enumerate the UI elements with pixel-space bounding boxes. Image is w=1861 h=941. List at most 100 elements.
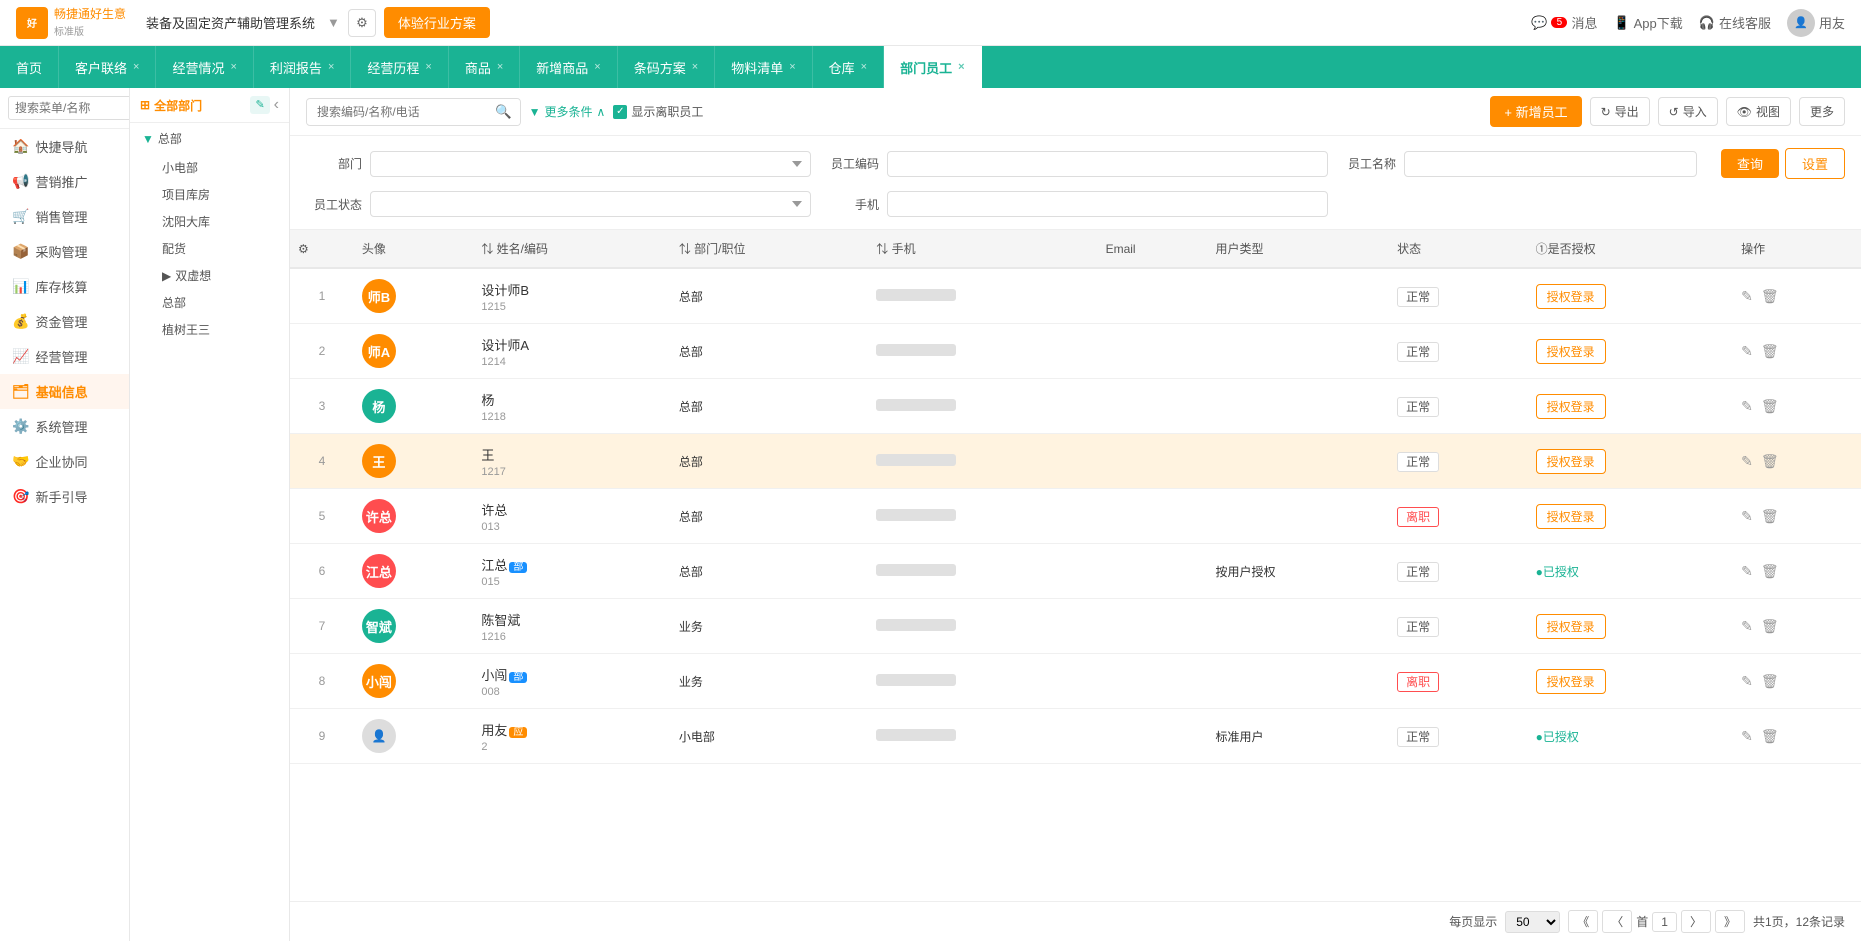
tab-products[interactable]: 商品 × bbox=[449, 46, 520, 88]
delete-icon[interactable]: 🗑 bbox=[1761, 398, 1779, 415]
app-download-button[interactable]: 📱 App下载 bbox=[1613, 13, 1682, 32]
dept-item-hq[interactable]: 总部 bbox=[154, 289, 289, 316]
tab-close-icon[interactable]: × bbox=[328, 61, 334, 73]
dept-collapse-icon[interactable]: ‹ bbox=[274, 96, 279, 114]
dept-item-planting[interactable]: 植树王三 bbox=[154, 316, 289, 343]
sidebar-search-input[interactable] bbox=[8, 96, 130, 120]
delete-icon[interactable]: 🗑 bbox=[1761, 288, 1779, 305]
dept-item-delivery[interactable]: 配货 bbox=[154, 235, 289, 262]
sidebar-item-finance[interactable]: 💰 资金管理 bbox=[0, 304, 129, 339]
sidebar-item-inventory[interactable]: 📊 库存核算 bbox=[0, 269, 129, 304]
tab-add-product[interactable]: 新增商品 × bbox=[520, 46, 617, 88]
edit-icon[interactable]: ✎ bbox=[1741, 728, 1753, 745]
tab-close-active-icon[interactable]: × bbox=[958, 61, 964, 73]
employee-search-input[interactable] bbox=[307, 100, 487, 124]
tab-close-icon[interactable]: × bbox=[133, 61, 139, 73]
auth-login-button[interactable]: 授权登录 bbox=[1536, 669, 1606, 694]
current-page-num[interactable]: 1 bbox=[1652, 912, 1677, 932]
online-service-button[interactable]: 🎧 在线客服 bbox=[1699, 13, 1771, 32]
sidebar-item-system[interactable]: ⚙️ 系统管理 bbox=[0, 409, 129, 444]
sidebar-item-marketing[interactable]: 📢 营销推广 bbox=[0, 164, 129, 199]
tab-history[interactable]: 经营历程 × bbox=[351, 46, 448, 88]
prev-page-button[interactable]: 〈 bbox=[1602, 910, 1632, 933]
query-button[interactable]: 查询 bbox=[1721, 149, 1779, 178]
col-dept[interactable]: ⇅ 部门/职位 bbox=[671, 230, 868, 268]
dept-item-double-dream[interactable]: ▶ 双虚想 bbox=[154, 262, 289, 289]
edit-icon[interactable]: ✎ bbox=[1741, 288, 1753, 305]
trial-button[interactable]: 体验行业方案 bbox=[384, 7, 490, 38]
edit-icon[interactable]: ✎ bbox=[1741, 343, 1753, 360]
tab-employees[interactable]: 部门员工 × bbox=[884, 46, 981, 88]
tab-close-icon[interactable]: × bbox=[594, 61, 600, 73]
sidebar-item-purchase[interactable]: 📦 采购管理 bbox=[0, 234, 129, 269]
employee-status-select[interactable] bbox=[370, 191, 811, 217]
delete-icon[interactable]: 🗑 bbox=[1761, 673, 1779, 690]
delete-icon[interactable]: 🗑 bbox=[1761, 453, 1779, 470]
user-menu[interactable]: 👤 用友 bbox=[1787, 9, 1845, 37]
dept-filter-select[interactable] bbox=[370, 151, 811, 177]
tab-operations[interactable]: 经营情况 × bbox=[156, 46, 253, 88]
tab-close-icon[interactable]: × bbox=[861, 61, 867, 73]
tab-close-icon[interactable]: × bbox=[230, 61, 236, 73]
tab-profit[interactable]: 利润报告 × bbox=[254, 46, 351, 88]
last-page-button[interactable]: 》 bbox=[1715, 910, 1745, 933]
dept-item-small-elec[interactable]: 小电部 bbox=[154, 154, 289, 181]
tab-close-icon[interactable]: × bbox=[425, 61, 431, 73]
sidebar-item-cooperation[interactable]: 🤝 企业协同 bbox=[0, 444, 129, 479]
auth-login-button[interactable]: 授权登录 bbox=[1536, 339, 1606, 364]
edit-icon[interactable]: ✎ bbox=[1741, 618, 1753, 635]
dept-item-hq-root[interactable]: ▼ 总部 bbox=[130, 123, 289, 154]
sidebar-item-basic[interactable]: 🗂 基础信息 bbox=[0, 374, 129, 409]
add-employee-button[interactable]: + 新增员工 bbox=[1490, 96, 1581, 127]
dept-edit-icon[interactable]: ✎ bbox=[250, 96, 269, 114]
view-button[interactable]: 👁 视图 bbox=[1726, 97, 1791, 126]
employee-search-button[interactable]: 🔍 bbox=[487, 99, 520, 125]
sidebar-item-guide[interactable]: 🎯 新手引导 bbox=[0, 479, 129, 514]
delete-icon[interactable]: 🗑 bbox=[1761, 728, 1779, 745]
more-filter-button[interactable]: ▼ 更多条件 ∧ bbox=[529, 103, 606, 120]
delete-icon[interactable]: 🗑 bbox=[1761, 563, 1779, 580]
tab-bom[interactable]: 物料清单 × bbox=[715, 46, 812, 88]
employee-code-input[interactable] bbox=[887, 151, 1328, 177]
edit-icon[interactable]: ✎ bbox=[1741, 398, 1753, 415]
dept-item-project[interactable]: 项目库房 bbox=[154, 181, 289, 208]
tab-barcode[interactable]: 条码方案 × bbox=[618, 46, 715, 88]
col-name[interactable]: ⇅ 姓名/编码 bbox=[473, 230, 670, 268]
edit-icon[interactable]: ✎ bbox=[1741, 508, 1753, 525]
auth-login-button[interactable]: 授权登录 bbox=[1536, 504, 1606, 529]
auth-login-button[interactable]: 授权登录 bbox=[1536, 284, 1606, 309]
sidebar-item-sales[interactable]: 🛒 销售管理 bbox=[0, 199, 129, 234]
col-settings[interactable]: ⚙ bbox=[290, 230, 354, 268]
tab-close-icon[interactable]: × bbox=[497, 61, 503, 73]
edit-icon[interactable]: ✎ bbox=[1741, 673, 1753, 690]
sidebar-item-operations[interactable]: 📈 经营管理 bbox=[0, 339, 129, 374]
col-phone[interactable]: ⇅ 手机 bbox=[868, 230, 1097, 268]
auth-login-button[interactable]: 授权登录 bbox=[1536, 394, 1606, 419]
next-page-button[interactable]: 〉 bbox=[1681, 910, 1711, 933]
export-button[interactable]: ↻ 导出 bbox=[1590, 97, 1650, 126]
tab-close-icon[interactable]: × bbox=[692, 61, 698, 73]
auth-login-button[interactable]: 授权登录 bbox=[1536, 449, 1606, 474]
first-page-button[interactable]: 《 bbox=[1568, 910, 1598, 933]
dept-item-shenyang[interactable]: 沈阳大库 bbox=[154, 208, 289, 235]
tab-warehouse[interactable]: 仓库 × bbox=[813, 46, 884, 88]
edit-icon[interactable]: ✎ bbox=[1741, 453, 1753, 470]
tab-customer[interactable]: 客户联络 × bbox=[59, 46, 156, 88]
tab-close-icon[interactable]: × bbox=[789, 61, 795, 73]
delete-icon[interactable]: 🗑 bbox=[1761, 508, 1779, 525]
delete-icon[interactable]: 🗑 bbox=[1761, 343, 1779, 360]
auth-login-button[interactable]: 授权登录 bbox=[1536, 614, 1606, 639]
show-inactive-toggle[interactable]: ✓ 显示离职员工 bbox=[613, 103, 703, 120]
import-button[interactable]: ↺ 导入 bbox=[1658, 97, 1718, 126]
sidebar-item-quick-nav[interactable]: 🏠 快捷导航 bbox=[0, 129, 129, 164]
reset-button[interactable]: 设置 bbox=[1785, 148, 1845, 179]
more-actions-button[interactable]: 更多 bbox=[1799, 97, 1845, 126]
settings-button[interactable]: ⚙ bbox=[348, 9, 376, 37]
tab-home[interactable]: 首页 bbox=[0, 46, 59, 88]
message-button[interactable]: 💬 5 消息 bbox=[1531, 13, 1597, 32]
edit-icon[interactable]: ✎ bbox=[1741, 563, 1753, 580]
employee-name-input[interactable] bbox=[1404, 151, 1697, 177]
per-page-select[interactable]: 50 100 bbox=[1505, 911, 1560, 933]
delete-icon[interactable]: 🗑 bbox=[1761, 618, 1779, 635]
phone-input[interactable] bbox=[887, 191, 1328, 217]
